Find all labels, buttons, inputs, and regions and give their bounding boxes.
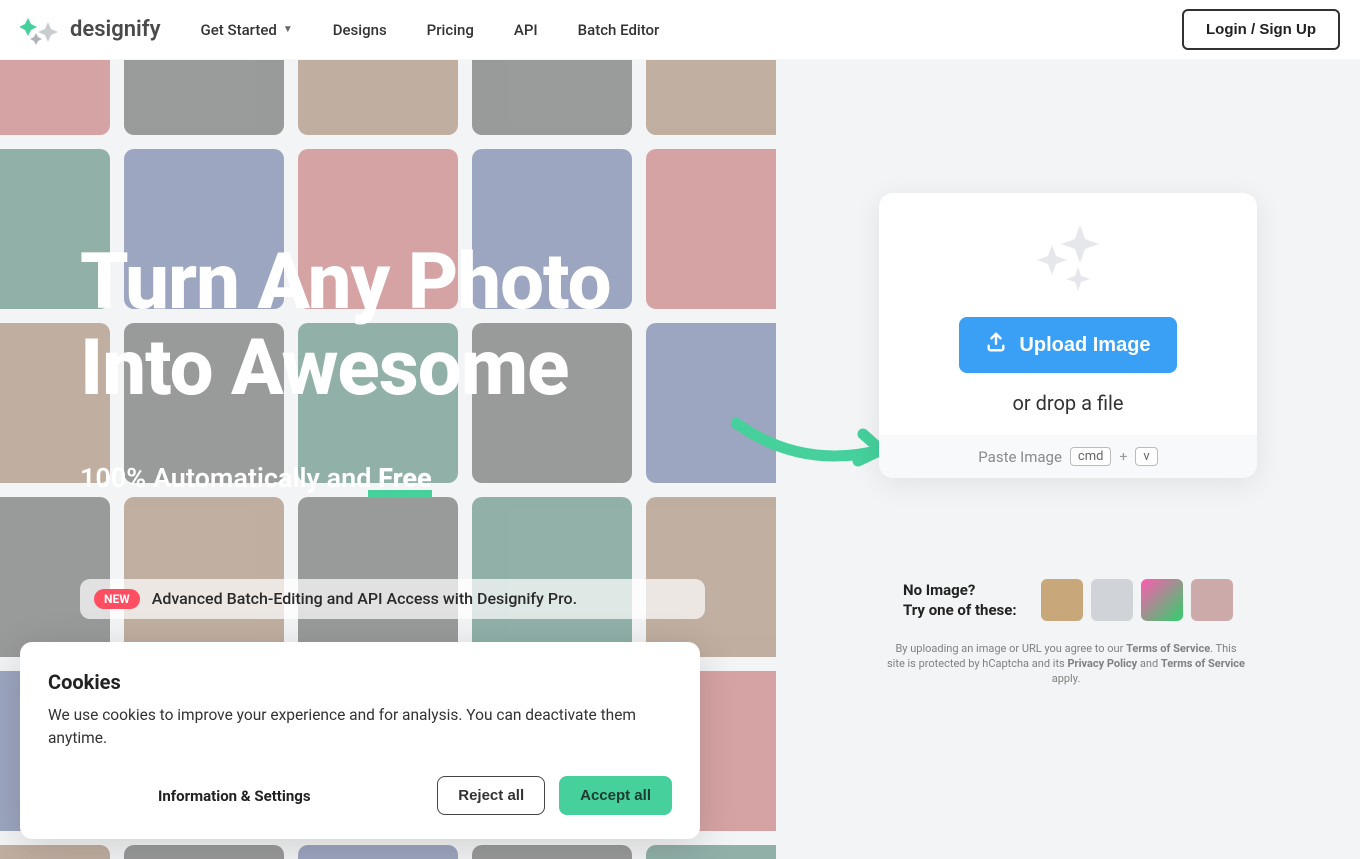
upload-dropzone[interactable]: Upload Image or drop a file xyxy=(879,193,1257,435)
sparkle-icon xyxy=(1028,221,1108,301)
hero-subtitle-prefix: 100% Automatically and xyxy=(80,462,378,494)
nav-designs[interactable]: Designs xyxy=(333,21,387,39)
tos-link[interactable]: Terms of Service xyxy=(1126,642,1210,655)
example-thumb-1[interactable] xyxy=(1041,579,1083,621)
privacy-policy-link[interactable]: Privacy Policy xyxy=(1067,657,1137,670)
try-line2: Try one of these: xyxy=(903,601,1017,619)
nav-api[interactable]: API xyxy=(514,21,538,39)
arrow-icon xyxy=(731,415,901,475)
login-signup-button[interactable]: Login / Sign Up xyxy=(1182,9,1340,50)
drop-file-text: or drop a file xyxy=(903,391,1233,415)
nav-pricing[interactable]: Pricing xyxy=(427,21,474,39)
cookie-info-settings-link[interactable]: Information & Settings xyxy=(158,787,311,805)
tos-link-2[interactable]: Terms of Service xyxy=(1161,657,1245,670)
promo-banner[interactable]: NEW Advanced Batch-Editing and API Acces… xyxy=(80,579,705,619)
try-line1: No Image? xyxy=(903,581,975,599)
logo-text: designify xyxy=(70,17,161,42)
logo-sparkle-icon xyxy=(20,15,60,45)
upload-card: Upload Image or drop a file Paste Image … xyxy=(879,193,1257,478)
nav: Get Started ▼ Designs Pricing API Batch … xyxy=(201,21,660,39)
hero-subtitle: 100% Automatically and Free xyxy=(80,462,432,494)
reject-all-button[interactable]: Reject all xyxy=(437,776,545,815)
new-badge: NEW xyxy=(94,589,140,609)
hero-title-line1: Turn Any Photo xyxy=(80,237,611,328)
hero-title: Turn Any Photo Into Awesome xyxy=(80,240,776,412)
paste-hint: Paste Image cmd + v xyxy=(879,435,1257,478)
paste-label: Paste Image xyxy=(978,448,1062,466)
upload-icon xyxy=(985,331,1007,359)
chevron-down-icon: ▼ xyxy=(283,24,293,35)
logo[interactable]: designify xyxy=(20,15,161,45)
example-thumb-4[interactable] xyxy=(1191,579,1233,621)
example-thumbs xyxy=(1041,579,1233,621)
upload-image-button[interactable]: Upload Image xyxy=(959,317,1176,373)
kbd-v: v xyxy=(1135,447,1157,466)
hero-title-line2: Into Awesome xyxy=(80,323,568,414)
kbd-cmd: cmd xyxy=(1070,447,1112,466)
example-thumb-3[interactable] xyxy=(1141,579,1183,621)
cookie-title: Cookies xyxy=(48,670,672,694)
try-examples: No Image? Try one of these: xyxy=(903,579,1233,621)
cookie-body: We use cookies to improve your experienc… xyxy=(48,704,672,751)
nav-label: Get Started xyxy=(201,21,277,39)
cookie-actions: Information & Settings Reject all Accept… xyxy=(48,776,672,815)
upload-button-label: Upload Image xyxy=(1019,334,1150,357)
legal-text: By uploading an image or URL you agree t… xyxy=(886,642,1246,687)
nav-batch-editor[interactable]: Batch Editor xyxy=(578,21,660,39)
cookie-dialog: Cookies We use cookies to improve your e… xyxy=(20,642,700,840)
hero-right: Upload Image or drop a file Paste Image … xyxy=(776,60,1360,859)
try-text: No Image? Try one of these: xyxy=(903,580,1017,621)
example-thumb-2[interactable] xyxy=(1091,579,1133,621)
promo-text: Advanced Batch-Editing and API Access wi… xyxy=(152,589,577,608)
accept-all-button[interactable]: Accept all xyxy=(559,776,672,815)
nav-get-started[interactable]: Get Started ▼ xyxy=(201,21,293,39)
kbd-plus: + xyxy=(1119,449,1127,465)
header: designify Get Started ▼ Designs Pricing … xyxy=(0,0,1360,60)
free-underline xyxy=(368,490,432,498)
